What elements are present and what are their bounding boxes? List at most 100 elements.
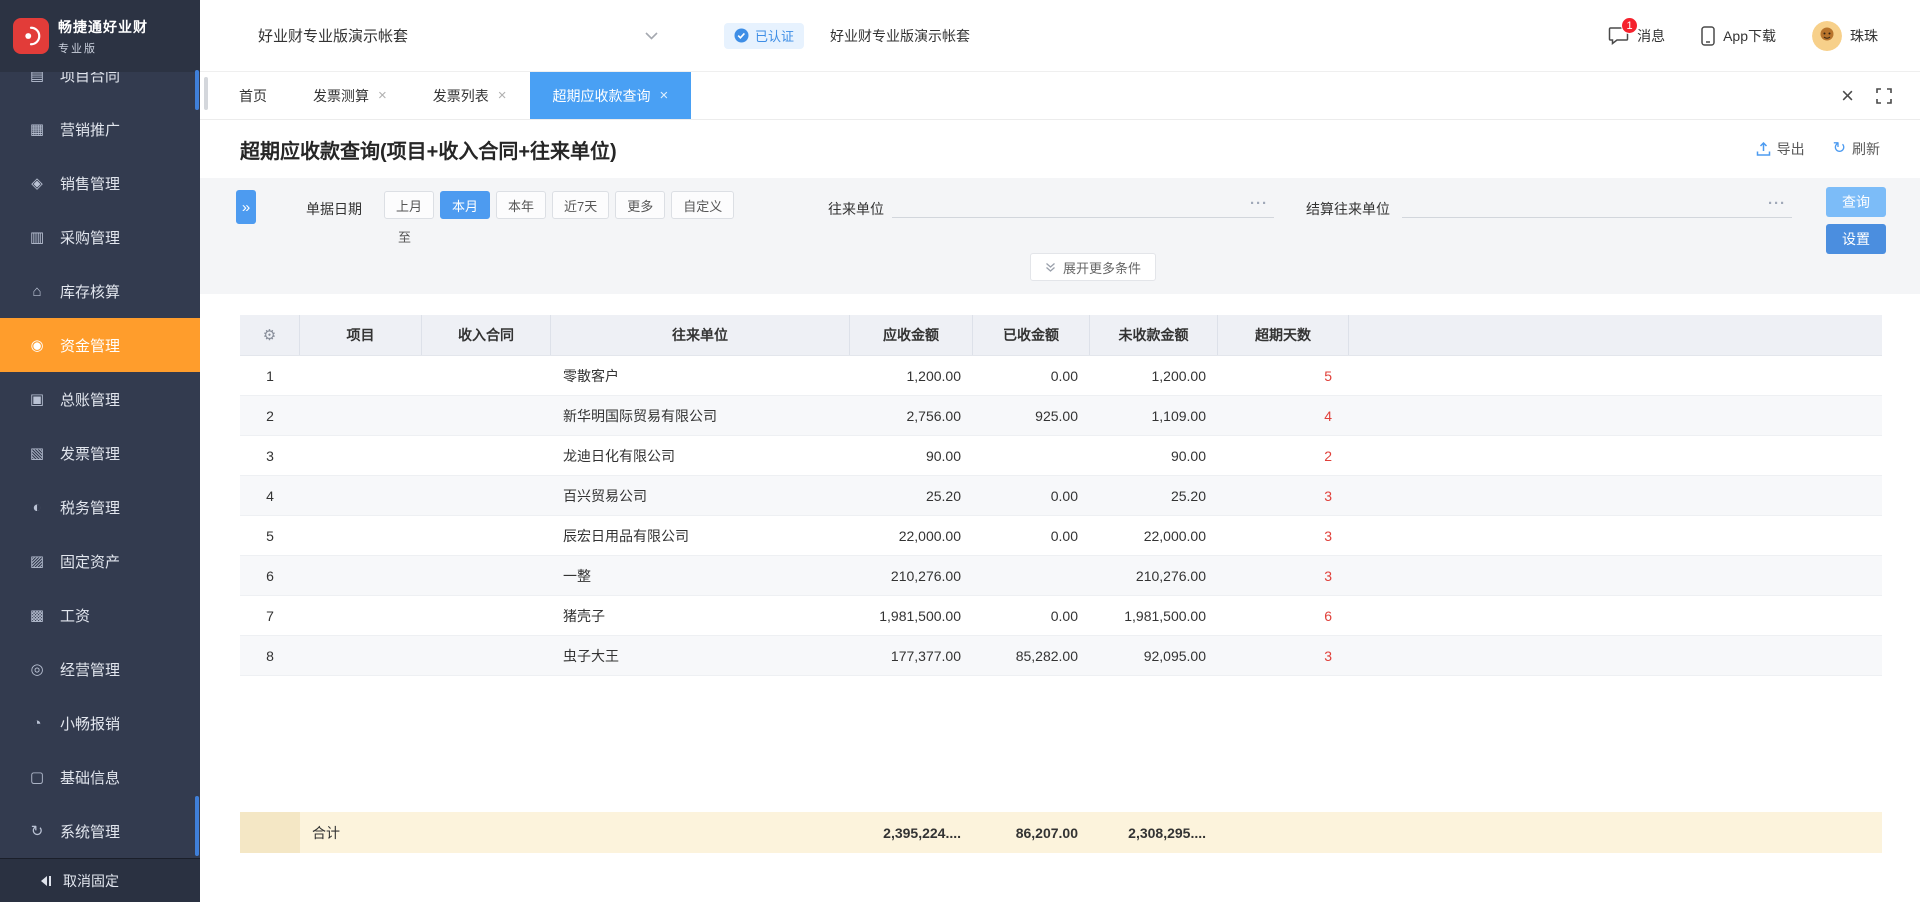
refresh-label: 刷新 [1852,141,1880,157]
sidebar-item-marketing[interactable]: ▦ 营销推广 [0,102,200,156]
total-overdue [1218,812,1349,853]
tab-scrollbar-thumb[interactable] [204,77,208,110]
messages-button[interactable]: 1 消息 [1608,17,1665,46]
tab-invoice-calc[interactable]: 发票测算 × [290,72,410,119]
date-preset-this-year[interactable]: 本年 [496,191,547,219]
column-header-contract[interactable]: 收入合同 [422,315,551,355]
expand-more-conditions-button[interactable]: 展开更多条件 [1030,253,1157,281]
tab-home[interactable]: 首页 [216,72,290,119]
date-preset-last-7-days[interactable]: 近7天 [552,191,610,219]
sidebar-item-label: 系统管理 [60,823,121,841]
sidebar-item-fixed-assets[interactable]: ▨ 固定资产 [0,534,200,588]
column-header-project[interactable]: 项目 [300,315,422,355]
unpin-label: 取消固定 [63,872,119,889]
cell-received: 925.00 [1035,407,1078,424]
table-row-6[interactable]: 6 一整 210,276.00 210,276.00 3 [240,556,1882,596]
cell-unreceived: 22,000.00 [1143,527,1206,544]
export-button[interactable]: 导出 [1756,139,1805,159]
query-button[interactable]: 查询 [1826,187,1886,217]
app-download-button[interactable]: App下载 [1701,25,1776,46]
refresh-button[interactable]: ↻ 刷新 [1833,139,1880,159]
column-settings-gear-icon[interactable]: ⚙ [240,315,300,355]
tab-close-icon[interactable]: × [660,87,669,104]
table-row-3[interactable]: 3 龙迪日化有限公司 90.00 90.00 2 [240,436,1882,476]
sidebar-item-purchase[interactable]: ▥ 采购管理 [0,210,200,264]
cell-project [300,556,422,595]
close-tab-button[interactable]: × [1841,84,1854,107]
sidebar-item-base-info[interactable]: ▢ 基础信息 [0,750,200,804]
sidebar-item-inventory[interactable]: ⌂ 库存核算 [0,264,200,318]
sidebar-item-system[interactable]: ↻ 系统管理 [0,804,200,858]
sidebar-item-reimburse[interactable]: ◔ 小畅报销 [0,696,200,750]
table-row-1[interactable]: 1 零散客户 1,200.00 0.00 1,200.00 5 [240,356,1882,396]
sidebar-menu: ▤ 项目合同 ▦ 营销推广 ◈ 销售管理 ▥ 采购管理 ⌂ 库存核算 ◉ 资金管理 ▣ 总账管理 ▧ 发票管理… [0,72,200,858]
date-preset-custom[interactable]: 自定义 [671,191,735,219]
partner-more-icon[interactable]: ··· [1250,195,1268,212]
tab-overdue-receivables[interactable]: 超期应收款查询 × [529,72,692,119]
table-row-4[interactable]: 4 百兴贸易公司 25.20 0.00 25.20 3 [240,476,1882,516]
column-header-overdue[interactable]: 超期天数 [1218,315,1349,355]
sidebar-scrollbar-thumb-top[interactable] [195,70,199,110]
fullscreen-button[interactable] [1876,87,1892,104]
settings-button[interactable]: 设置 [1826,224,1886,254]
date-preset-this-month[interactable]: 本月 [440,191,491,219]
table-row-8[interactable]: 8 虫子大王 177,377.00 85,282.00 92,095.00 3 [240,636,1882,676]
cell-project [300,476,422,515]
sidebar-item-label: 采购管理 [60,229,121,247]
tab-invoice-list[interactable]: 发票列表 × [410,72,530,119]
sidebar-item-label: 税务管理 [60,499,121,517]
cell-project [300,596,422,635]
sidebar-item-funds[interactable]: ◉ 资金管理 [0,318,200,372]
export-label: 导出 [1776,141,1805,157]
cell-filler [1349,636,1882,675]
cell-received: 0.00 [1050,607,1078,624]
user-menu[interactable]: 珠珠 [1812,20,1878,51]
table-row-5[interactable]: 5 辰宏日用品有限公司 22,000.00 0.00 22,000.00 3 [240,516,1882,556]
sidebar-item-operations[interactable]: ◎ 经营管理 [0,642,200,696]
sidebar-item-label: 营销推广 [60,121,121,139]
column-header-unreceived[interactable]: 未收款金额 [1090,315,1218,355]
cell-overdue-days: 3 [1324,567,1332,584]
table-row-2[interactable]: 2 新华明国际贸易有限公司 2,756.00 925.00 1,109.00 4 [240,396,1882,436]
cell-contract [422,516,551,555]
purchase-icon: ▥ [29,229,45,246]
collapse-filter-button[interactable]: » [236,190,256,224]
sidebar-scrollbar-thumb-bottom[interactable] [195,796,199,856]
date-preset-more[interactable]: 更多 [615,191,666,219]
cell-overdue-days: 3 [1324,527,1332,544]
cell-unreceived: 1,981,500.00 [1124,607,1206,624]
column-header-partner[interactable]: 往来单位 [551,315,850,355]
sidebar-item-invoice[interactable]: ▧ 发票管理 [0,426,200,480]
sidebar-item-project-contract[interactable]: ▤ 项目合同 [0,72,200,102]
cell-filler [1349,476,1882,515]
date-preset-last-month[interactable]: 上月 [384,191,435,219]
collapse-pin-icon [41,875,51,886]
content-area: ⚙ 项目 收入合同 往来单位 应收金额 已收金额 未收款金额 超期天数 1 零散客户 1,200.… [200,294,1920,902]
sidebar-item-tax[interactable]: ◐ 税务管理 [0,480,200,534]
settle-partner-more-icon[interactable]: ··· [1768,195,1786,212]
sidebar-item-general-ledger[interactable]: ▣ 总账管理 [0,372,200,426]
settle-partner-input[interactable]: ··· [1402,190,1792,218]
table-body: 1 零散客户 1,200.00 0.00 1,200.00 5 2 新华明国际贸易有限公司 2,… [240,356,1882,676]
account-selector[interactable]: 好业财专业版演示帐套 [258,25,658,46]
cell-overdue-days: 3 [1324,487,1332,504]
cell-partner: 龙迪日化有限公司 [563,447,675,464]
cell-project [300,436,422,475]
notification-badge: 1 [1621,17,1639,34]
tab-close-icon[interactable]: × [378,87,387,104]
sidebar-item-sales[interactable]: ◈ 销售管理 [0,156,200,210]
cell-filler [1349,596,1882,635]
partner-input[interactable]: ··· [892,190,1274,218]
unpin-sidebar-button[interactable]: 取消固定 [0,858,200,902]
table-row-7[interactable]: 7 猪壳子 1,981,500.00 0.00 1,981,500.00 6 [240,596,1882,636]
sidebar-item-payroll[interactable]: ▩ 工资 [0,588,200,642]
partner-filter-label: 往来单位 [828,201,884,217]
sales-icon: ◈ [31,175,43,192]
table-total-row: 合计 2,395,224.... 86,207.00 2,308,295.... [240,812,1882,853]
column-header-received[interactable]: 已收金额 [973,315,1090,355]
cell-overdue-days: 3 [1324,647,1332,664]
cell-row-number: 6 [266,567,274,584]
column-header-receivable[interactable]: 应收金额 [850,315,973,355]
tab-close-icon[interactable]: × [498,87,507,104]
payroll-icon: ▩ [29,607,45,624]
